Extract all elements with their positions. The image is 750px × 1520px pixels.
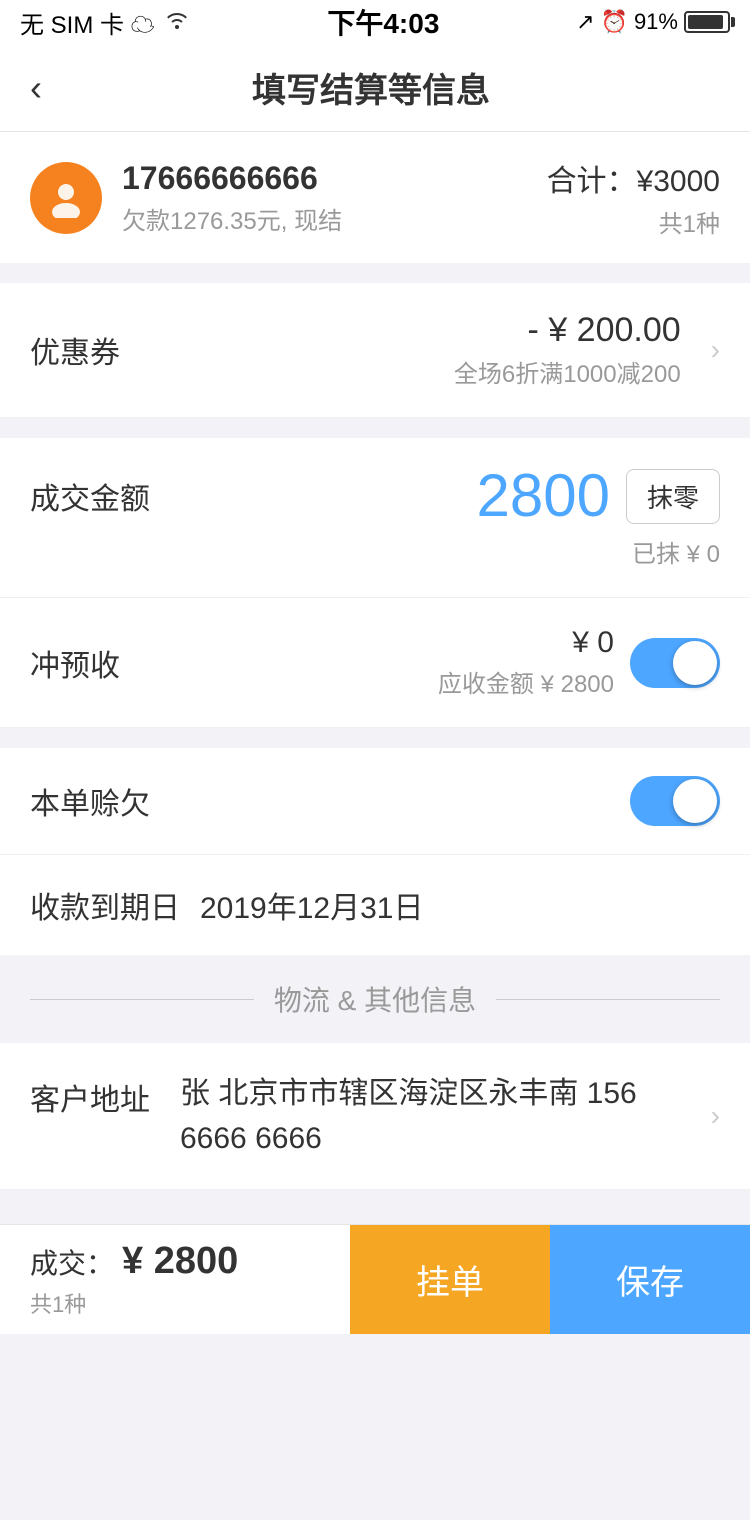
footer-deal-amount: ¥ 2800 <box>122 1240 238 1283</box>
total-count: 共1种 <box>547 204 720 239</box>
prepaid-right: ¥ 0 应收金额 ¥ 2800 <box>438 626 720 699</box>
address-section[interactable]: 客户地址 张 北京市市辖区海淀区永丰南 156 6666 6666 › <box>0 1043 750 1190</box>
coupon-info: - ¥ 200.00 全场6折满1000减200 <box>454 311 681 389</box>
credit-toggle[interactable] <box>630 776 720 826</box>
section-gap-1 <box>0 418 750 438</box>
wifi-icon <box>163 8 191 36</box>
coupon-right: - ¥ 200.00 全场6折满1000减200 › <box>454 311 720 389</box>
section-gap-2 <box>0 728 750 748</box>
footer-info: 成交： ¥ 2800 共1种 <box>0 1225 350 1334</box>
nav-title: 填写结算等信息 <box>62 63 680 112</box>
deal-amount-section: 成交金额 2800 抹零 已抹 ¥ 0 <box>0 438 750 598</box>
customer-card: 17666666666 欠款1276.35元, 现结 合计：¥3000 共1种 <box>0 132 750 263</box>
back-button[interactable]: ‹ <box>30 67 62 109</box>
customer-total: 合计：¥3000 共1种 <box>547 156 720 239</box>
divider-line-right <box>496 999 720 1000</box>
credit-toggle-knob <box>673 779 717 823</box>
logistics-text: 物流 & 其他信息 <box>274 979 476 1019</box>
prepaid-amount: ¥ 0 <box>438 626 614 660</box>
address-chevron: › <box>711 1100 720 1132</box>
prepaid-toggle[interactable] <box>630 638 720 688</box>
coupon-chevron: › <box>711 334 720 366</box>
prepaid-section: 冲预收 ¥ 0 应收金额 ¥ 2800 <box>0 598 750 728</box>
nav-bar: ‹ 填写结算等信息 <box>0 44 750 132</box>
total-amount: 合计：¥3000 <box>547 156 720 200</box>
deal-label: 成交金额 <box>30 474 150 518</box>
deal-subtext: 已抹 ¥ 0 <box>30 534 720 569</box>
address-value: 张 北京市市辖区海淀区永丰南 156 6666 6666 <box>180 1071 701 1161</box>
save-button[interactable]: 保存 <box>550 1225 750 1334</box>
customer-phone: 17666666666 <box>122 160 547 197</box>
hang-button[interactable]: 挂单 <box>350 1225 550 1334</box>
avatar <box>30 162 102 234</box>
logistics-divider: 物流 & 其他信息 <box>0 955 750 1043</box>
deal-right: 2800 抹零 <box>477 466 721 526</box>
address-label: 客户地址 <box>30 1071 150 1119</box>
deal-row: 成交金额 2800 抹零 <box>30 466 720 526</box>
location-icon: ↗ <box>576 9 594 35</box>
duedate-label: 收款到期日 <box>30 883 180 927</box>
deal-number: 2800 <box>477 466 610 526</box>
prepaid-label: 冲预收 <box>30 641 120 685</box>
coupon-desc: 全场6折满1000减200 <box>454 354 681 389</box>
footer: 成交： ¥ 2800 共1种 挂单 保存 <box>0 1224 750 1334</box>
duedate-section: 收款到期日 2019年12月31日 <box>0 855 750 955</box>
round-button[interactable]: 抹零 <box>626 469 720 524</box>
toggle-knob <box>673 641 717 685</box>
prepaid-info: ¥ 0 应收金额 ¥ 2800 <box>438 626 614 699</box>
duedate-value: 2019年12月31日 <box>200 883 423 927</box>
no-sim-text: 无 SIM 卡 ☁ <box>20 5 155 40</box>
credit-section: 本单赊欠 <box>0 748 750 855</box>
coupon-row[interactable]: 优惠券 - ¥ 200.00 全场6折满1000减200 › <box>0 283 750 418</box>
coupon-amount: - ¥ 200.00 <box>454 311 681 350</box>
alarm-icon: ⏰ <box>601 9 628 35</box>
footer-deal-label: 成交： <box>30 1242 114 1282</box>
status-time: 下午4:03 <box>327 2 439 42</box>
battery-icon <box>684 11 730 33</box>
coupon-label: 优惠券 <box>30 328 120 372</box>
status-left: 无 SIM 卡 ☁ <box>20 5 191 40</box>
prepaid-subtext: 应收金额 ¥ 2800 <box>438 664 614 699</box>
prepaid-row: 冲预收 ¥ 0 应收金额 ¥ 2800 <box>30 626 720 699</box>
credit-toggle-wrap <box>630 776 720 826</box>
footer-deal: 成交： ¥ 2800 <box>30 1240 320 1283</box>
credit-label: 本单赊欠 <box>30 779 150 823</box>
divider-line-left <box>30 999 254 1000</box>
status-bar: 无 SIM 卡 ☁ 下午4:03 ↗ ⏰ 91% <box>0 0 750 44</box>
footer-count: 共1种 <box>30 1287 320 1319</box>
customer-subtext: 欠款1276.35元, 现结 <box>122 201 547 236</box>
status-right: ↗ ⏰ 91% <box>576 9 730 35</box>
battery-percent: 91% <box>634 9 678 35</box>
customer-info: 17666666666 欠款1276.35元, 现结 <box>122 160 547 236</box>
